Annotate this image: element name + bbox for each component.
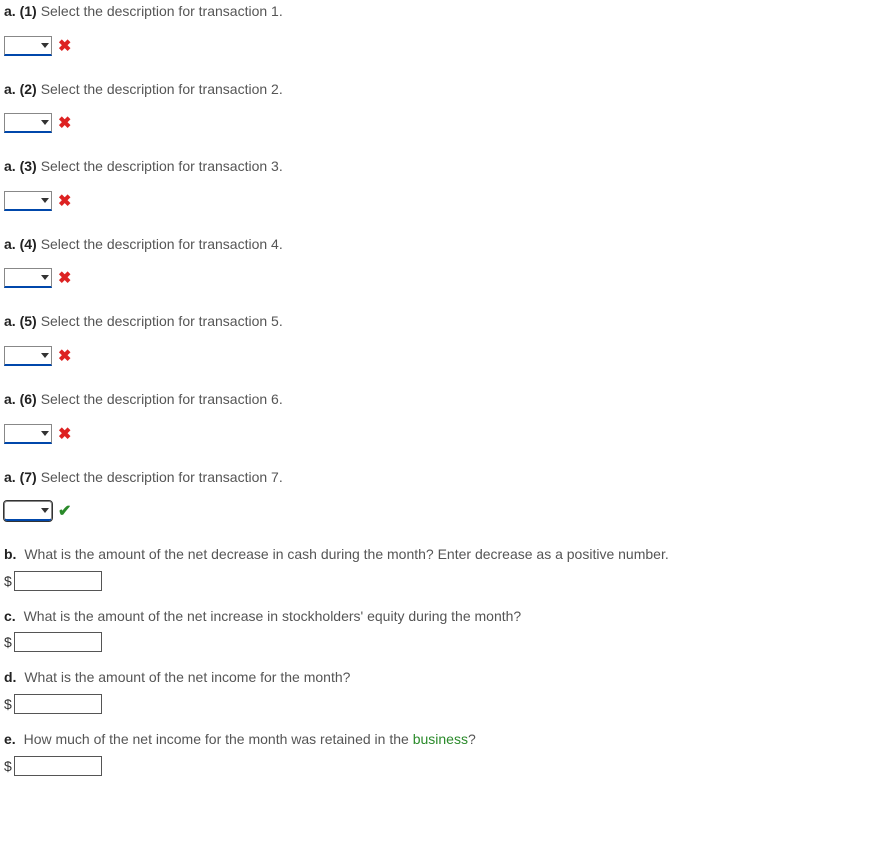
wrong-icon: ✖ (58, 113, 71, 133)
correct-icon: ✔ (58, 501, 71, 521)
dollar-sign-icon: $ (4, 573, 12, 589)
question-a-7-prompt: a. (7)Select the description for transac… (4, 468, 877, 488)
question-a-2-block: a. (2)Select the description for transac… (4, 80, 877, 134)
question-b-input-row: $ (4, 571, 877, 591)
chevron-down-icon (41, 353, 49, 358)
question-a-7-input-row: ✔ (4, 501, 877, 521)
question-a-1-prompt: a. (1)Select the description for transac… (4, 2, 877, 22)
chevron-down-icon (41, 431, 49, 436)
wrong-icon: ✖ (58, 346, 71, 366)
business-term-link[interactable]: business (413, 731, 468, 747)
transaction-1-dropdown[interactable] (4, 36, 52, 56)
transaction-2-dropdown[interactable] (4, 113, 52, 133)
question-c-text: What is the amount of the net increase i… (24, 608, 522, 624)
wrong-icon: ✖ (58, 424, 71, 444)
question-a-1-text: Select the description for transaction 1… (41, 3, 283, 19)
wrong-icon: ✖ (58, 36, 71, 56)
question-b-prompt: b. What is the amount of the net decreas… (4, 545, 877, 565)
question-d-block: d. What is the amount of the net income … (4, 668, 877, 714)
question-a-4-text: Select the description for transaction 4… (41, 236, 283, 252)
question-d-input[interactable] (14, 694, 102, 714)
question-a-2-text: Select the description for transaction 2… (41, 81, 283, 97)
question-a-3-text: Select the description for transaction 3… (41, 158, 283, 174)
question-a-3-prompt: a. (3)Select the description for transac… (4, 157, 877, 177)
question-e-input[interactable] (14, 756, 102, 776)
question-a-4-input-row: ✖ (4, 268, 877, 288)
question-a-4-block: a. (4)Select the description for transac… (4, 235, 877, 289)
dollar-sign-icon: $ (4, 758, 12, 774)
section-a: a. (1)Select the description for transac… (4, 2, 877, 521)
question-d-prompt: d. What is the amount of the net income … (4, 668, 877, 688)
question-b-text: What is the amount of the net decrease i… (24, 546, 668, 562)
question-a-6-prompt: a. (6)Select the description for transac… (4, 390, 877, 410)
question-e-prompt: e. How much of the net income for the mo… (4, 730, 877, 750)
wrong-icon: ✖ (58, 191, 71, 211)
question-e-input-row: $ (4, 756, 877, 776)
chevron-down-icon (41, 275, 49, 280)
question-a-4-prompt: a. (4)Select the description for transac… (4, 235, 877, 255)
chevron-down-icon (41, 43, 49, 48)
question-a-5-block: a. (5)Select the description for transac… (4, 312, 877, 366)
question-d-text: What is the amount of the net income for… (24, 669, 350, 685)
chevron-down-icon (41, 120, 49, 125)
question-a-3-block: a. (3)Select the description for transac… (4, 157, 877, 211)
chevron-down-icon (41, 508, 49, 513)
transaction-4-dropdown[interactable] (4, 268, 52, 288)
question-a-6-block: a. (6)Select the description for transac… (4, 390, 877, 444)
question-a-1-input-row: ✖ (4, 36, 877, 56)
question-c-input[interactable] (14, 632, 102, 652)
question-a-7-block: a. (7)Select the description for transac… (4, 468, 877, 522)
question-d-input-row: $ (4, 694, 877, 714)
transaction-6-dropdown[interactable] (4, 424, 52, 444)
question-a-1-block: a. (1)Select the description for transac… (4, 2, 877, 56)
question-e-text-after: ? (468, 731, 476, 747)
question-a-3-prefix: a. (3) (4, 158, 37, 174)
transaction-5-dropdown[interactable] (4, 346, 52, 366)
question-b-prefix: b. (4, 546, 16, 562)
question-c-block: c. What is the amount of the net increas… (4, 607, 877, 653)
transaction-3-dropdown[interactable] (4, 191, 52, 211)
dollar-sign-icon: $ (4, 696, 12, 712)
question-a-5-input-row: ✖ (4, 346, 877, 366)
question-a-7-prefix: a. (7) (4, 469, 37, 485)
question-a-6-input-row: ✖ (4, 424, 877, 444)
question-a-3-input-row: ✖ (4, 191, 877, 211)
question-a-6-prefix: a. (6) (4, 391, 37, 407)
wrong-icon: ✖ (58, 268, 71, 288)
question-a-2-prefix: a. (2) (4, 81, 37, 97)
question-a-5-text: Select the description for transaction 5… (41, 313, 283, 329)
chevron-down-icon (41, 198, 49, 203)
question-a-2-input-row: ✖ (4, 113, 877, 133)
question-c-input-row: $ (4, 632, 877, 652)
question-c-prompt: c. What is the amount of the net increas… (4, 607, 877, 627)
dollar-sign-icon: $ (4, 634, 12, 650)
question-a-7-text: Select the description for transaction 7… (41, 469, 283, 485)
question-a-6-text: Select the description for transaction 6… (41, 391, 283, 407)
question-a-5-prompt: a. (5)Select the description for transac… (4, 312, 877, 332)
question-a-5-prefix: a. (5) (4, 313, 37, 329)
question-a-2-prompt: a. (2)Select the description for transac… (4, 80, 877, 100)
question-b-block: b. What is the amount of the net decreas… (4, 545, 877, 591)
question-e-block: e. How much of the net income for the mo… (4, 730, 877, 776)
question-a-1-prefix: a. (1) (4, 3, 37, 19)
question-d-prefix: d. (4, 669, 16, 685)
transaction-7-dropdown[interactable] (4, 501, 52, 521)
question-b-input[interactable] (14, 571, 102, 591)
question-c-prefix: c. (4, 608, 16, 624)
question-a-4-prefix: a. (4) (4, 236, 37, 252)
question-e-text-before: How much of the net income for the month… (24, 731, 413, 747)
question-e-prefix: e. (4, 731, 16, 747)
